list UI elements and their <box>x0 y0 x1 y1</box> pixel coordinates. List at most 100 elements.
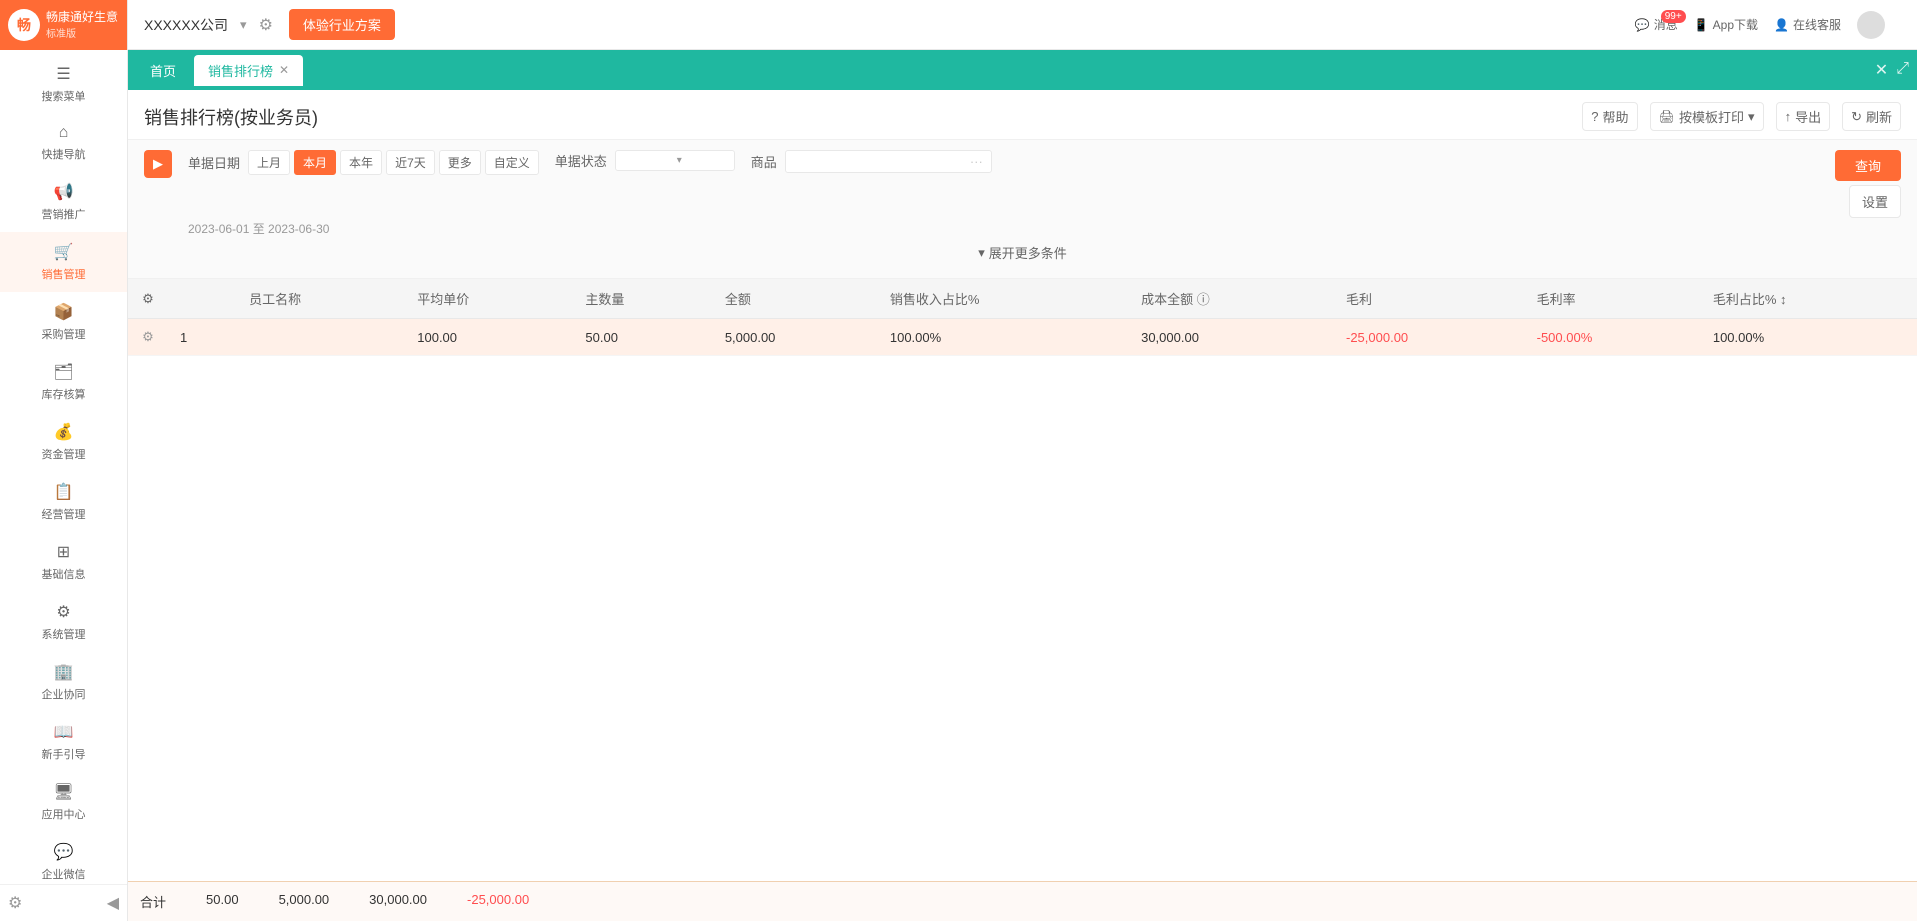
sidebar-item-enterprise-wechat[interactable]: 💬企业微信 <box>0 832 127 884</box>
sidebar: 畅 畅康通好生意 标准版 ☰搜索菜单⌂快捷导航 📢 营销推广 🛒销售管理📦采购管理🗂库… <box>0 0 128 921</box>
sidebar-item-app-center[interactable]: 🖥应用中心 <box>0 772 127 832</box>
date-btn-this-month[interactable]: 本月 <box>294 150 336 175</box>
main-area: XXXXXX公司 ▾ ⚙ 体验行业方案 💬 消息 99+ 📱 App下载 👤 在… <box>128 0 1917 921</box>
app-download-btn[interactable]: 📱 App下载 <box>1694 16 1758 33</box>
print-btn[interactable]: 🖨 按模板打印 ▾ <box>1650 102 1764 131</box>
sidebar-item-marketing[interactable]: 📢 营销推广 <box>0 172 127 232</box>
app-logo: 畅 <box>8 9 40 41</box>
sidebar-item-quick-nav[interactable]: ⌂快捷导航 <box>0 114 127 172</box>
sidebar-label-enterprise-collab: 企业协同 <box>42 686 86 702</box>
sidebar-item-sys-mgmt[interactable]: ⚙系统管理 <box>0 592 127 652</box>
sidebar-icon-inventory: 🗂 <box>53 362 73 382</box>
help-icon: ? <box>1591 109 1598 124</box>
col-header-settings[interactable]: ⚙ <box>128 279 168 319</box>
query-btn[interactable]: 查询 <box>1835 150 1901 181</box>
company-dropdown-icon[interactable]: ▾ <box>240 17 247 33</box>
row-rank: 1 <box>168 319 237 356</box>
settings-footer-icon[interactable]: ⚙ <box>8 893 22 913</box>
status-select[interactable]: ▾ <box>615 150 735 171</box>
date-filter: 单据日期 上月 本月 本年 近7天 更多 自定义 <box>188 150 539 175</box>
help-btn[interactable]: ? 帮助 <box>1582 102 1637 131</box>
expand-filters-btn[interactable]: ▾ 展开更多条件 <box>978 243 1067 262</box>
filter-toggle-btn[interactable]: ▶ <box>144 150 172 178</box>
company-name: XXXXXX公司 <box>144 15 228 35</box>
status-dropdown-icon: ▾ <box>677 155 726 166</box>
footer-cost-total: 30,000.00 <box>369 892 427 911</box>
export-icon: ↑ <box>1785 109 1792 124</box>
sidebar-label-quick-nav: 快捷导航 <box>42 146 86 162</box>
company-gear-icon[interactable]: ⚙ <box>259 15 273 35</box>
sidebar-item-inventory[interactable]: 🗂库存核算 <box>0 352 127 412</box>
row-gross-rate: -500.00% <box>1525 319 1701 356</box>
row-gear-icon[interactable]: ⚙ <box>128 319 168 356</box>
filter-area: ▶ 单据日期 上月 本月 本年 近7天 更多 自定义 单据状态 <box>128 140 1917 279</box>
table-summary-footer: 合计 50.00 5,000.00 30,000.00 -25,000.00 <box>128 881 1917 921</box>
sidebar-icon-guide: 📖 <box>54 722 74 742</box>
sidebar-icon-search-order: ☰ <box>56 64 70 84</box>
status-filter-label: 单据状态 <box>555 151 607 170</box>
col-header-total: 全额 <box>713 279 878 319</box>
col-header-rank <box>168 279 237 319</box>
sidebar-icon-finance: 💰 <box>54 422 74 442</box>
tab-home[interactable]: 首页 <box>136 55 190 86</box>
sidebar-label-operations: 经营管理 <box>42 506 86 522</box>
date-btn-7days[interactable]: 近7天 <box>386 150 435 175</box>
filter-settings-btn[interactable]: 设置 <box>1849 185 1901 218</box>
expand-down-icon: ▾ <box>978 245 985 261</box>
goods-input[interactable] <box>794 154 970 169</box>
sidebar-item-guide[interactable]: 📖新手引导 <box>0 712 127 772</box>
collapse-sidebar-icon[interactable]: ◀ <box>107 893 119 913</box>
footer-main-qty: 50.00 <box>206 892 239 911</box>
date-btn-prev-month[interactable]: 上月 <box>248 150 290 175</box>
row-cost-total: 30,000.00 <box>1129 319 1334 356</box>
message-badge: 99+ <box>1661 10 1686 23</box>
col-header-avg-price: 平均单价 <box>405 279 573 319</box>
close-window-icon[interactable]: ✕ <box>1875 60 1888 80</box>
sidebar-header: 畅 畅康通好生意 标准版 <box>0 0 127 50</box>
date-btn-more[interactable]: 更多 <box>439 150 481 175</box>
sidebar-item-sales-mgmt[interactable]: 🛒销售管理 <box>0 232 127 292</box>
sidebar-label-marketing: 营销推广 <box>42 206 86 222</box>
row-gross: -25,000.00 <box>1334 319 1525 356</box>
row-sales-ratio: 100.00% <box>878 319 1129 356</box>
sidebar-label-sys-mgmt: 系统管理 <box>42 626 86 642</box>
table-container: ⚙ 员工名称 平均单价 主数量 全额 销售收入占比% 成本全额 ⓘ 毛利 毛利率… <box>128 279 1917 881</box>
online-service-btn[interactable]: 👤 在线客服 <box>1774 16 1841 33</box>
sidebar-item-basic-info[interactable]: ⊞基础信息 <box>0 532 127 592</box>
restore-window-icon[interactable]: ⤢ <box>1896 60 1909 80</box>
sidebar-item-purchase-mgmt[interactable]: 📦采购管理 <box>0 292 127 352</box>
tab-sales-ranking[interactable]: 销售排行榜 ✕ <box>194 55 303 86</box>
message-btn[interactable]: 💬 消息 99+ <box>1635 16 1678 33</box>
sidebar-icon-marketing: 📢 <box>54 182 74 202</box>
sidebar-footer: ⚙ ◀ <box>0 884 127 921</box>
goods-filter-label: 商品 <box>751 152 777 171</box>
sidebar-icon-operations: 📋 <box>54 482 74 502</box>
date-btn-this-year[interactable]: 本年 <box>340 150 382 175</box>
app-subtitle: 标准版 <box>46 25 118 40</box>
footer-label: 合计 <box>140 892 166 911</box>
expand-filters-row: ▾ 展开更多条件 <box>144 237 1901 268</box>
close-tab-icon[interactable]: ✕ <box>279 63 289 77</box>
sidebar-item-search-order[interactable]: ☰搜索菜单 <box>0 54 127 114</box>
goods-dots-icon[interactable]: ··· <box>970 154 983 169</box>
sidebar-item-operations[interactable]: 📋 经营管理 <box>0 472 127 532</box>
sidebar-label-basic-info: 基础信息 <box>42 566 86 582</box>
sidebar-icon-enterprise-wechat: 💬 <box>54 842 74 862</box>
row-employee <box>237 319 405 356</box>
sidebar-icon-purchase-mgmt: 📦 <box>54 302 74 322</box>
status-filter: 单据状态 ▾ <box>555 150 735 171</box>
content-area: 销售排行榜(按业务员) ? 帮助 🖨 按模板打印 ▾ ↑ 导出 ↻ 刷新 <box>128 90 1917 921</box>
app-title: 畅康通好生意 <box>46 10 118 26</box>
export-btn[interactable]: ↑ 导出 <box>1776 102 1831 131</box>
sidebar-item-enterprise-collab[interactable]: 🏢企业协同 <box>0 652 127 712</box>
table-header-row: ⚙ 员工名称 平均单价 主数量 全额 销售收入占比% 成本全额 ⓘ 毛利 毛利率… <box>128 279 1917 319</box>
app-label: App下载 <box>1713 16 1758 33</box>
sidebar-item-finance[interactable]: 💰资金管理 <box>0 412 127 472</box>
col-header-gross: 毛利 <box>1334 279 1525 319</box>
print-icon: 🖨 <box>1659 109 1676 125</box>
date-btn-custom[interactable]: 自定义 <box>485 150 539 175</box>
trial-btn[interactable]: 体验行业方案 <box>289 9 395 40</box>
user-avatar[interactable] <box>1857 11 1885 39</box>
refresh-btn[interactable]: ↻ 刷新 <box>1842 102 1901 131</box>
row-total: 5,000.00 <box>713 319 878 356</box>
